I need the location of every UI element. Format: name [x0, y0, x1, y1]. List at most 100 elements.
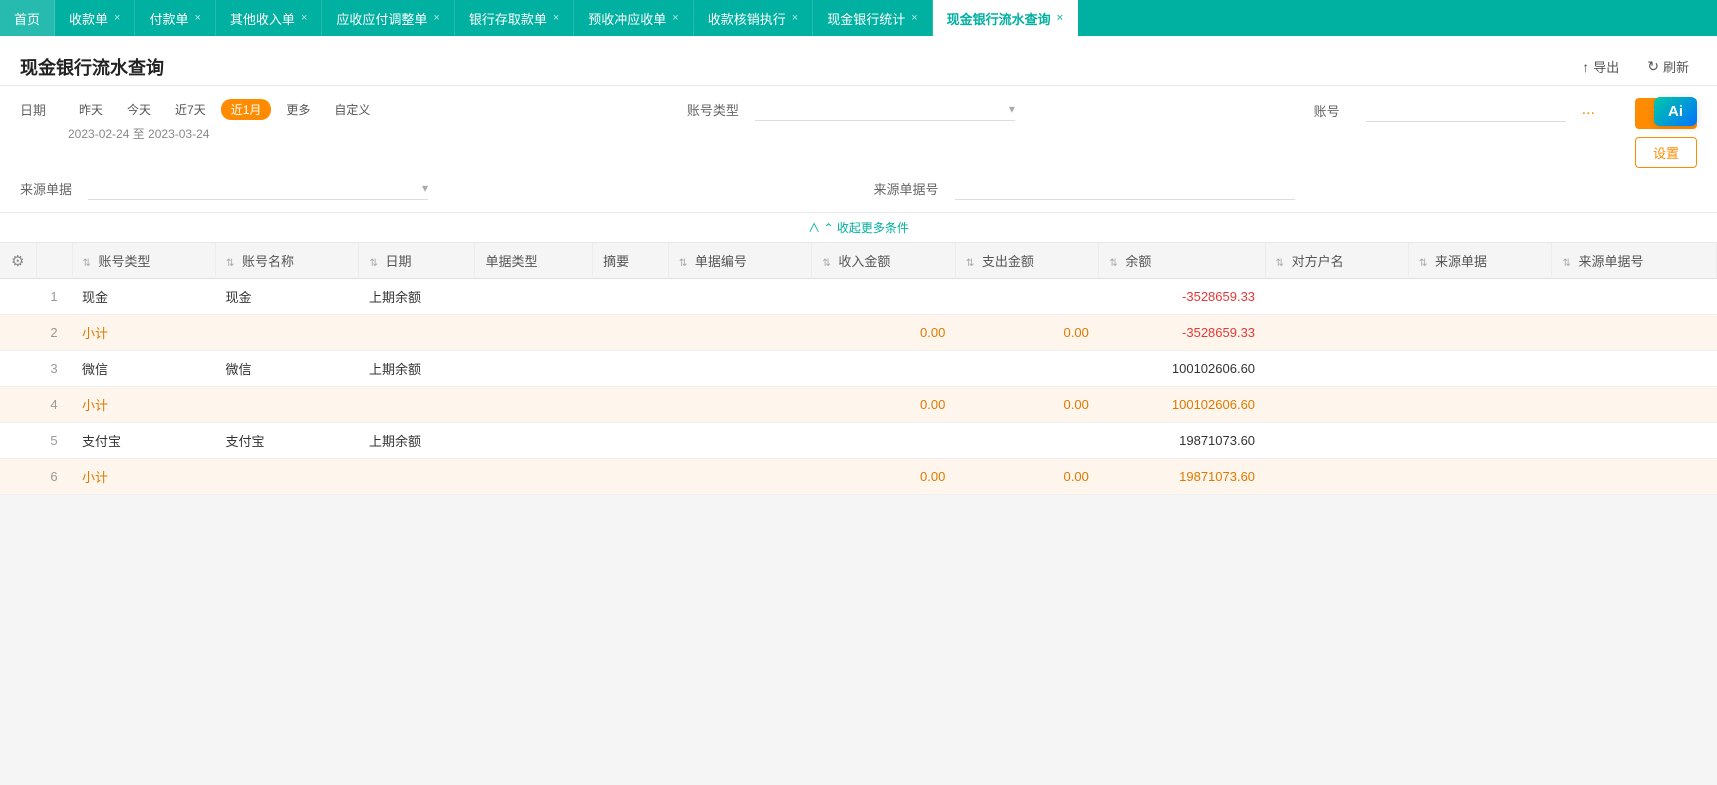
row-source-doc-no-0 [1552, 279, 1717, 315]
table-row[interactable]: 3 微信 微信 上期余额 100102606.60 [0, 351, 1717, 387]
row-doc-type-3 [475, 387, 593, 423]
row-expense-4 [955, 423, 1098, 459]
row-doc-type-5 [475, 459, 593, 495]
row-income-3: 0.00 [812, 387, 955, 423]
table-row[interactable]: 6 小计 0.00 0.00 19871073.60 [0, 459, 1717, 495]
table-header-row: ⚙ ⇅ 账号类型 ⇅ 账号名称 ⇅ 日期 单据类型 [0, 243, 1717, 279]
table-settings-icon[interactable]: ⚙ [11, 253, 24, 270]
row-counterpart-5 [1265, 459, 1408, 495]
row-counterpart-3 [1265, 387, 1408, 423]
close-other-income-icon[interactable]: × [301, 12, 307, 24]
row-balance-4: 19871073.60 [1099, 423, 1265, 459]
row-num-1: 2 [36, 315, 72, 351]
collapse-filters-bar[interactable]: ∧ ⌃ 收起更多条件 [0, 213, 1717, 243]
row-account-name-3 [215, 387, 358, 423]
row-source-doc-2 [1409, 351, 1552, 387]
close-advance-icon[interactable]: × [672, 12, 678, 24]
date-btn-yesterday[interactable]: 昨天 [70, 98, 112, 121]
table-row[interactable]: 4 小计 0.00 0.00 100102606.60 [0, 387, 1717, 423]
row-expense-5: 0.00 [955, 459, 1098, 495]
row-date-4: 上期余额 [359, 423, 475, 459]
row-expense-2 [955, 351, 1098, 387]
row-balance-3: 100102606.60 [1099, 387, 1265, 423]
close-verify-icon[interactable]: × [792, 12, 798, 24]
col-summary: 摘要 [593, 243, 669, 279]
nav-home[interactable]: 首页 [0, 0, 55, 36]
close-ar-ap-icon[interactable]: × [433, 12, 439, 24]
row-account-type-3: 小计 [72, 387, 215, 423]
refresh-button[interactable]: ↻ 刷新 [1639, 53, 1697, 80]
table-row[interactable]: 1 现金 现金 上期余额 -3528659.33 [0, 279, 1717, 315]
filter-row-1: 日期 昨天 今天 近7天 近1月 更多 自定义 2023-02-24 至 202… [20, 98, 1697, 168]
account-type-select[interactable]: ▾ [755, 98, 1015, 121]
row-account-type-0: 现金 [72, 279, 215, 315]
row-source-doc-4 [1409, 423, 1552, 459]
row-source-doc-no-5 [1552, 459, 1717, 495]
ai-assistant-button[interactable]: Ai [1654, 97, 1697, 126]
nav-other-income[interactable]: 其他收入单 × [216, 0, 322, 36]
col-num [36, 243, 72, 279]
close-bank-icon[interactable]: × [553, 12, 559, 24]
nav-advance-receipt[interactable]: 预收冲应收单 × [574, 0, 693, 36]
col-doc-type: 单据类型 [475, 243, 593, 279]
account-input[interactable] [1366, 98, 1566, 122]
source-doc-no-label: 来源单据号 [874, 179, 939, 198]
table-row[interactable]: 5 支付宝 支付宝 上期余额 19871073.60 [0, 423, 1717, 459]
close-payment-icon[interactable]: × [194, 12, 200, 24]
row-date-5 [359, 459, 475, 495]
col-counterpart[interactable]: ⇅ 对方户名 [1265, 243, 1408, 279]
sort-source-doc-no-icon: ⇅ [1562, 258, 1570, 269]
col-account-name[interactable]: ⇅ 账号名称 [215, 243, 358, 279]
nav-cash-flow-query[interactable]: 现金银行流水查询 × [933, 0, 1078, 36]
nav-ar-ap-adjust[interactable]: 应收应付调整单 × [322, 0, 454, 36]
col-source-doc[interactable]: ⇅ 来源单据 [1409, 243, 1552, 279]
col-date[interactable]: ⇅ 日期 [359, 243, 475, 279]
row-account-name-2: 微信 [215, 351, 358, 387]
close-flow-icon[interactable]: × [1057, 12, 1063, 24]
export-button[interactable]: ↑ 导出 [1574, 53, 1627, 80]
source-doc-label: 来源单据 [20, 179, 72, 198]
nav-receipt-verify[interactable]: 收款核销执行 × [694, 0, 813, 36]
col-gear[interactable]: ⚙ [0, 243, 36, 279]
row-doc-type-2 [475, 351, 593, 387]
close-receipt-icon[interactable]: × [114, 12, 120, 24]
row-doc-no-3 [668, 387, 811, 423]
row-doc-no-4 [668, 423, 811, 459]
col-account-type[interactable]: ⇅ 账号类型 [72, 243, 215, 279]
nav-receipt[interactable]: 收款单 × [55, 0, 135, 36]
nav-payment[interactable]: 付款单 × [135, 0, 215, 36]
source-doc-no-input[interactable] [955, 176, 1295, 200]
row-account-type-1: 小计 [72, 315, 215, 351]
row-num-5: 6 [36, 459, 72, 495]
row-source-doc-0 [1409, 279, 1552, 315]
col-source-doc-no[interactable]: ⇅ 来源单据号 [1552, 243, 1717, 279]
date-btn-today[interactable]: 今天 [118, 98, 160, 121]
nav-bank-deposit[interactable]: 银行存取款单 × [455, 0, 574, 36]
col-balance[interactable]: ⇅ 余额 [1099, 243, 1265, 279]
date-btn-7days[interactable]: 近7天 [166, 98, 215, 121]
date-btn-more[interactable]: 更多 [277, 98, 319, 121]
row-date-0: 上期余额 [359, 279, 475, 315]
source-doc-select[interactable]: ▾ [88, 177, 428, 200]
date-btn-custom[interactable]: 自定义 [325, 98, 379, 121]
account-label: 账号 [1314, 101, 1350, 120]
row-summary-0 [593, 279, 669, 315]
date-btn-1month[interactable]: 近1月 [221, 99, 272, 120]
settings-button[interactable]: 设置 [1635, 137, 1697, 168]
nav-cash-stats[interactable]: 现金银行统计 × [813, 0, 932, 36]
row-counterpart-2 [1265, 351, 1408, 387]
row-account-name-4: 支付宝 [215, 423, 358, 459]
table-row[interactable]: 2 小计 0.00 0.00 -3528659.33 [0, 315, 1717, 351]
row-account-name-5 [215, 459, 358, 495]
top-navigation: 首页 收款单 × 付款单 × 其他收入单 × 应收应付调整单 × 银行存取款单 … [0, 0, 1717, 36]
close-stats-icon[interactable]: × [911, 12, 917, 24]
date-label: 日期 [20, 100, 56, 119]
row-doc-no-1 [668, 315, 811, 351]
more-options-button[interactable]: ... [1582, 101, 1595, 119]
row-income-1: 0.00 [812, 315, 955, 351]
row-balance-5: 19871073.60 [1099, 459, 1265, 495]
col-doc-no[interactable]: ⇅ 单据编号 [668, 243, 811, 279]
col-expense[interactable]: ⇅ 支出金额 [955, 243, 1098, 279]
row-balance-2: 100102606.60 [1099, 351, 1265, 387]
col-income[interactable]: ⇅ 收入金额 [812, 243, 955, 279]
